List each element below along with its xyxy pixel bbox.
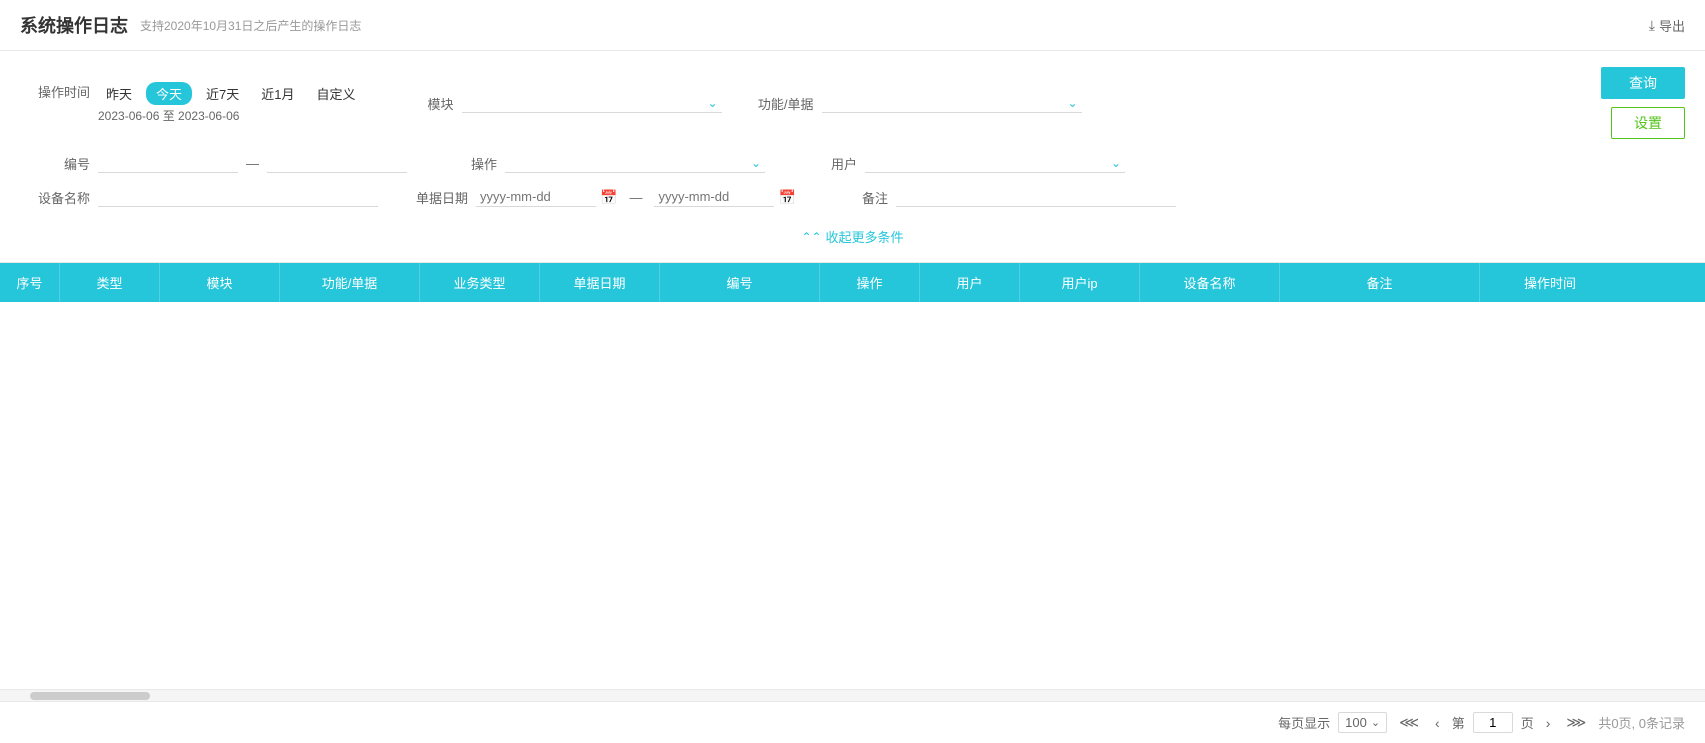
page-label: 第 bbox=[1452, 713, 1465, 732]
device-label: 设备名称 bbox=[20, 188, 90, 207]
device-input[interactable] bbox=[98, 187, 378, 207]
page-container: 系统操作日志 支持2020年10月31日之后产生的操作日志 ⤓ 导出 操作时间 … bbox=[0, 0, 1705, 743]
export-button[interactable]: ⤓ 导出 bbox=[1649, 16, 1685, 35]
col-type: 类型 bbox=[60, 263, 160, 302]
date-input-group: 📅 — 📅 bbox=[476, 187, 796, 207]
col-user-ip: 用户ip bbox=[1020, 263, 1140, 302]
filter-row-1: 操作时间 昨天 今天 近7天 近1月 自定义 2023-06-06 至 2023… bbox=[20, 67, 1685, 139]
user-label: 用户 bbox=[787, 154, 857, 173]
operation-dropdown-icon: ⌄ bbox=[751, 156, 761, 170]
operation-filter-section: 操作 ⌄ bbox=[427, 154, 767, 173]
collapse-bar[interactable]: ⌃⌃ 收起更多条件 bbox=[20, 221, 1685, 254]
device-filter-section: 设备名称 bbox=[20, 187, 378, 207]
scrollbar-area[interactable] bbox=[0, 689, 1705, 701]
col-biz-type: 业务类型 bbox=[420, 263, 540, 302]
col-operation: 操作 bbox=[820, 263, 920, 302]
remark-input[interactable] bbox=[896, 187, 1176, 207]
operation-select[interactable]: ⌄ bbox=[505, 154, 765, 173]
func-label: 功能/单据 bbox=[744, 94, 814, 113]
date-dash: — bbox=[629, 190, 642, 205]
user-filter-section: 用户 ⌄ bbox=[787, 154, 1127, 173]
filter-row-2: 编号 — 操作 ⌄ 用户 ⌄ bbox=[20, 153, 1685, 173]
pagination: 每页显示 100 ⌄ ⋘ ‹ 第 页 › ⋙ 共0页, 0条记录 bbox=[0, 701, 1705, 743]
time-filter-group: 昨天 今天 近7天 近1月 自定义 2023-06-06 至 2023-06-0… bbox=[98, 82, 364, 124]
page-suffix: 页 bbox=[1521, 713, 1534, 732]
time-filter-section: 操作时间 昨天 今天 近7天 近1月 自定义 2023-06-06 至 2023… bbox=[20, 82, 364, 124]
page-prev-button[interactable]: ‹ bbox=[1431, 713, 1444, 733]
module-dropdown-icon: ⌄ bbox=[707, 96, 717, 110]
col-doc-date: 单据日期 bbox=[540, 263, 660, 302]
operation-label: 操作 bbox=[427, 154, 497, 173]
page-size-label: 每页显示 bbox=[1278, 713, 1330, 732]
user-dropdown-icon: ⌄ bbox=[1111, 156, 1121, 170]
date-from-input[interactable] bbox=[476, 187, 596, 207]
time-btn-today[interactable]: 今天 bbox=[146, 82, 192, 105]
user-select[interactable]: ⌄ bbox=[865, 154, 1125, 173]
func-filter-section: 功能/单据 ⌄ bbox=[744, 94, 1084, 113]
action-buttons: 查询 设置 bbox=[1601, 67, 1685, 139]
page-header: 系统操作日志 支持2020年10月31日之后产生的操作日志 ⤓ 导出 bbox=[0, 0, 1705, 51]
remark-label: 备注 bbox=[818, 188, 888, 207]
total-text: 共0页, 0条记录 bbox=[1598, 713, 1685, 732]
date-to-input[interactable] bbox=[654, 187, 774, 207]
table-wrapper: 序号 类型 模块 功能/单据 业务类型 单据日期 编号 操作 用户 用户ip 设… bbox=[0, 263, 1705, 689]
col-device-name: 设备名称 bbox=[1140, 263, 1280, 302]
col-remark: 备注 bbox=[1280, 263, 1480, 302]
col-code: 编号 bbox=[660, 263, 820, 302]
setting-button[interactable]: 设置 bbox=[1611, 107, 1685, 139]
page-size-arrow: ⌄ bbox=[1371, 716, 1380, 729]
docdate-filter-section: 单据日期 📅 — 📅 bbox=[398, 187, 798, 207]
func-dropdown-icon: ⌄ bbox=[1067, 96, 1077, 110]
time-range-text: 2023-06-06 至 2023-06-06 bbox=[98, 107, 364, 124]
page-next-button[interactable]: › bbox=[1542, 713, 1555, 733]
time-btn-custom[interactable]: 自定义 bbox=[309, 82, 364, 105]
func-select[interactable]: ⌄ bbox=[822, 94, 1082, 113]
code-label: 编号 bbox=[20, 154, 90, 173]
calendar-from-icon[interactable]: 📅 bbox=[600, 189, 617, 206]
export-icon: ⤓ bbox=[1649, 17, 1655, 34]
col-seq: 序号 bbox=[0, 263, 60, 302]
time-label: 操作时间 bbox=[20, 82, 90, 101]
table-body bbox=[0, 302, 1705, 682]
time-buttons: 昨天 今天 近7天 近1月 自定义 bbox=[98, 82, 364, 105]
time-btn-1month[interactable]: 近1月 bbox=[253, 82, 302, 105]
page-size-select[interactable]: 100 ⌄ bbox=[1338, 712, 1387, 733]
page-title: 系统操作日志 bbox=[20, 12, 128, 38]
export-label: 导出 bbox=[1659, 16, 1685, 35]
module-select[interactable]: ⌄ bbox=[462, 94, 722, 113]
page-subtitle: 支持2020年10月31日之后产生的操作日志 bbox=[140, 17, 361, 34]
code-input-from[interactable] bbox=[98, 153, 238, 173]
scrollbar-thumb[interactable] bbox=[30, 692, 150, 700]
header-left: 系统操作日志 支持2020年10月31日之后产生的操作日志 bbox=[20, 12, 361, 38]
collapse-chevron-icon: ⌃⌃ bbox=[801, 230, 821, 244]
time-btn-7days[interactable]: 近7天 bbox=[198, 82, 247, 105]
time-btn-yesterday[interactable]: 昨天 bbox=[98, 82, 140, 105]
module-filter-section: 模块 ⌄ bbox=[384, 94, 724, 113]
remark-filter-section: 备注 bbox=[818, 187, 1176, 207]
docdate-label: 单据日期 bbox=[398, 188, 468, 207]
collapse-label: 收起更多条件 bbox=[826, 227, 904, 246]
col-user: 用户 bbox=[920, 263, 1020, 302]
col-op-time: 操作时间 bbox=[1480, 263, 1620, 302]
table-header: 序号 类型 模块 功能/单据 业务类型 单据日期 编号 操作 用户 用户ip 设… bbox=[0, 263, 1705, 302]
page-number-input[interactable] bbox=[1473, 712, 1513, 733]
module-label: 模块 bbox=[384, 94, 454, 113]
calendar-to-icon[interactable]: 📅 bbox=[778, 189, 795, 206]
filter-row-3: 设备名称 单据日期 📅 — 📅 备注 bbox=[20, 187, 1685, 207]
col-func: 功能/单据 bbox=[280, 263, 420, 302]
page-last-button[interactable]: ⋙ bbox=[1562, 712, 1590, 733]
col-module: 模块 bbox=[160, 263, 280, 302]
code-filter-section: 编号 — bbox=[20, 153, 407, 173]
query-button[interactable]: 查询 bbox=[1601, 67, 1685, 99]
code-input-to[interactable] bbox=[267, 153, 407, 173]
code-dash: — bbox=[246, 156, 259, 171]
page-first-button[interactable]: ⋘ bbox=[1395, 712, 1423, 733]
page-size-value: 100 bbox=[1345, 715, 1367, 730]
filter-area: 操作时间 昨天 今天 近7天 近1月 自定义 2023-06-06 至 2023… bbox=[0, 51, 1705, 263]
